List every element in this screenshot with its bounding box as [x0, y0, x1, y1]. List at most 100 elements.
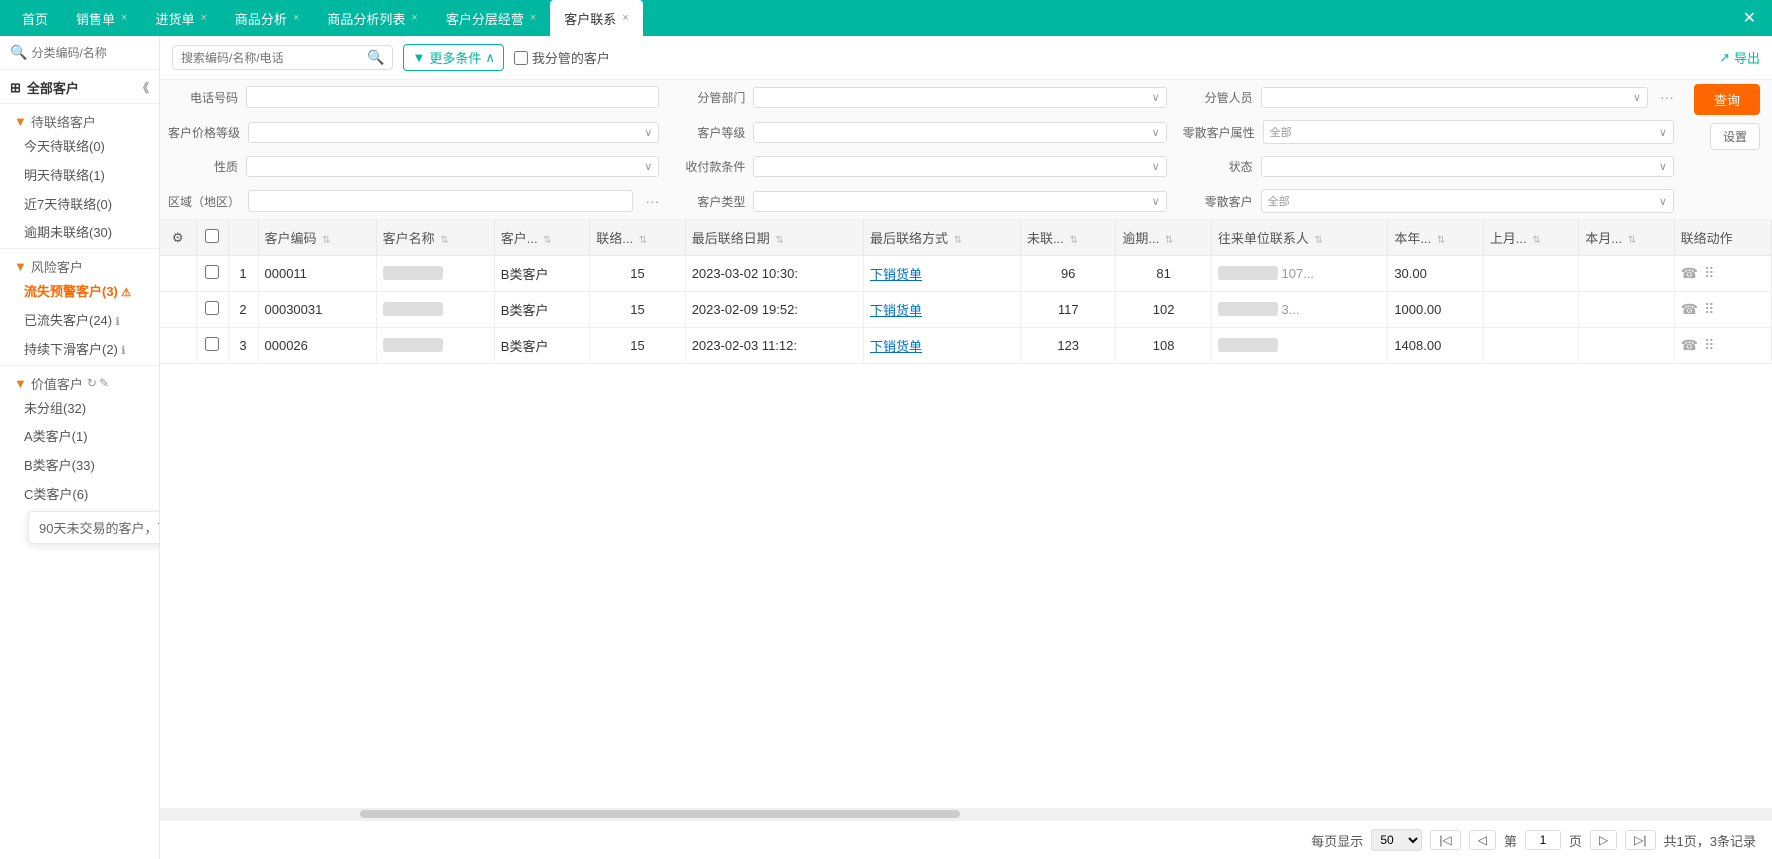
td-code-2[interactable]: 00030031 [258, 292, 376, 328]
price-level-select[interactable]: ∨ [248, 122, 659, 143]
th-last-method[interactable]: 最后联络方式 ⇅ [863, 220, 1020, 256]
pending-contact-label[interactable]: ▼ 待联络客户 [0, 108, 159, 133]
tab-product-analysis[interactable]: 商品分析 × [221, 0, 313, 36]
sidebar-item-today[interactable]: 今天待联络(0) [0, 133, 159, 162]
sidebar-item-overdue[interactable]: 逾期未联络(30) [0, 219, 159, 248]
sidebar-item-7days[interactable]: 近7天待联络(0) [0, 191, 159, 220]
sidebar-item-lost[interactable]: 已流失客户(24) ℹ [0, 307, 159, 336]
td-code-1[interactable]: 000011 [258, 256, 376, 292]
more-action-icon[interactable]: ⠿ [1704, 265, 1714, 282]
h-scroll-thumb[interactable] [360, 810, 960, 818]
my-customers-toggle[interactable]: 我分管的客户 [514, 48, 610, 67]
th-unit-contact[interactable]: 往来单位联系人 ⇅ [1211, 220, 1387, 256]
phone-action-icon[interactable]: ☎ [1681, 265, 1698, 282]
th-last-date[interactable]: 最后联络日期 ⇅ [685, 220, 863, 256]
region-input[interactable] [248, 190, 633, 212]
select-all-checkbox[interactable] [205, 229, 219, 243]
td-lm-1 [1483, 256, 1578, 292]
refresh-icon[interactable]: ↻ [87, 376, 97, 390]
th-unlisted[interactable]: 未联... ⇅ [1020, 220, 1115, 256]
per-page-select[interactable]: 50 20 100 [1371, 829, 1422, 851]
filter-row-1: 电话号码 分管部门 ∨ 分管人员 ∨ ··· [160, 80, 1682, 114]
phone-action-icon-3[interactable]: ☎ [1681, 337, 1698, 354]
risk-customer-label[interactable]: ▼ 风险客户 [0, 253, 159, 278]
tab-customer-layers[interactable]: 客户分层经营 × [432, 0, 550, 36]
tab-product-analysis-list[interactable]: 商品分析列表 × [313, 0, 431, 36]
td-year-2: 1000.00 [1388, 292, 1483, 328]
customer-type-select[interactable]: ∨ [753, 191, 1166, 212]
nature-select[interactable]: ∨ [246, 156, 659, 177]
sidebar-search-input[interactable] [31, 46, 149, 60]
page-number-input[interactable] [1525, 830, 1561, 850]
th-this-year[interactable]: 本年... ⇅ [1388, 220, 1483, 256]
region-dots[interactable]: ··· [645, 193, 659, 209]
person-dots[interactable]: ··· [1660, 89, 1674, 105]
h-scroll-bar[interactable] [160, 808, 1772, 820]
tab-customer-layers-close[interactable]: × [530, 12, 536, 24]
row1-checkbox[interactable] [205, 265, 219, 279]
person-select[interactable]: ∨ [1261, 87, 1648, 108]
th-code[interactable]: 客户编码 ⇅ [258, 220, 376, 256]
export-btn[interactable]: ↗ 导出 [1719, 48, 1760, 67]
th-settings[interactable]: ⚙ [160, 220, 196, 256]
th-this-month[interactable]: 本月... ⇅ [1579, 220, 1674, 256]
td-unit-3 [1211, 328, 1387, 364]
query-button[interactable]: 查询 [1694, 84, 1760, 115]
td-last-method-3[interactable]: 下销货单 [863, 328, 1020, 364]
sidebar-item-class-a[interactable]: A类客户(1) [0, 423, 159, 452]
collapse-btn[interactable]: 《 [137, 79, 149, 96]
last-page-btn[interactable]: ▷| [1625, 830, 1655, 850]
prev-page-btn[interactable]: ◁ [1469, 830, 1496, 850]
settings-button[interactable]: 设置 [1710, 123, 1760, 150]
person-label: 分管人员 [1183, 89, 1253, 106]
next-page-btn[interactable]: ▷ [1590, 830, 1617, 850]
th-last-month[interactable]: 上月... ⇅ [1483, 220, 1578, 256]
td-last-method-1[interactable]: 下销货单 [863, 256, 1020, 292]
sidebar-item-churn-warning[interactable]: 流失预警客户(3) ⚠ [0, 278, 159, 307]
more-action-icon-2[interactable]: ⠿ [1704, 301, 1714, 318]
th-type[interactable]: 客户... ⇅ [494, 220, 589, 256]
window-close-btn[interactable]: ✕ [1735, 8, 1764, 28]
phone-action-icon-2[interactable]: ☎ [1681, 301, 1698, 318]
tab-sales-close[interactable]: × [121, 12, 127, 24]
tab-home[interactable]: 首页 [8, 0, 62, 36]
sidebar-item-class-b[interactable]: B类客户(33) [0, 452, 159, 481]
dept-select[interactable]: ∨ [753, 87, 1166, 108]
tab-purchase[interactable]: 进货单 × [141, 0, 220, 36]
sidebar-all-customers[interactable]: ⊞ 全部客户 《 [0, 70, 159, 103]
main-search-input[interactable] [181, 51, 361, 65]
row3-checkbox[interactable] [205, 337, 219, 351]
th-overdue[interactable]: 逾期... ⇅ [1116, 220, 1211, 256]
sidebar-item-ungroup[interactable]: 未分组(32) [0, 395, 159, 424]
tab-customer-contact[interactable]: 客户联系 × [550, 0, 642, 36]
table-header-row: ⚙ 客户编码 ⇅ 客户名称 ⇅ [160, 220, 1772, 256]
customer-level-select[interactable]: ∨ [753, 122, 1166, 143]
retail-select[interactable]: 全部∨ [1261, 189, 1674, 213]
sidebar-item-class-c[interactable]: C类客户(6) [0, 481, 159, 510]
more-action-icon-3[interactable]: ⠿ [1704, 337, 1714, 354]
my-customers-checkbox[interactable] [514, 51, 528, 65]
tab-product-analysis-list-close[interactable]: × [411, 12, 417, 24]
td-last-method-2[interactable]: 下销货单 [863, 292, 1020, 328]
tab-customer-contact-close[interactable]: × [622, 12, 628, 24]
value-customer-label[interactable]: ▼ 价值客户 ↻ ✎ [0, 370, 159, 395]
first-page-btn[interactable]: |◁ [1430, 830, 1460, 850]
sidebar-item-tomorrow[interactable]: 明天待联络(1) [0, 162, 159, 191]
status-select[interactable]: ∨ [1261, 156, 1674, 177]
th-name[interactable]: 客户名称 ⇅ [376, 220, 494, 256]
edit-icon[interactable]: ✎ [99, 376, 109, 390]
grid-icon: ⊞ [10, 80, 21, 96]
payment-select[interactable]: ∨ [753, 156, 1166, 177]
tab-purchase-close[interactable]: × [200, 12, 206, 24]
tab-product-analysis-close[interactable]: × [293, 12, 299, 24]
retail-attr-select[interactable]: 全部∨ [1263, 120, 1674, 144]
tab-sales[interactable]: 销售单 × [62, 0, 141, 36]
th-contact[interactable]: 联络... ⇅ [590, 220, 685, 256]
row2-checkbox[interactable] [205, 301, 219, 315]
td-code-3[interactable]: 000026 [258, 328, 376, 364]
phone-input[interactable] [246, 86, 659, 108]
per-page-label: 每页显示 [1311, 831, 1363, 850]
more-conditions-btn[interactable]: ▼ 更多条件 ∧ [403, 44, 503, 71]
sidebar-item-declining[interactable]: 持续下滑客户(2) ℹ [0, 336, 159, 365]
search-btn-icon[interactable]: 🔍 [367, 49, 384, 66]
